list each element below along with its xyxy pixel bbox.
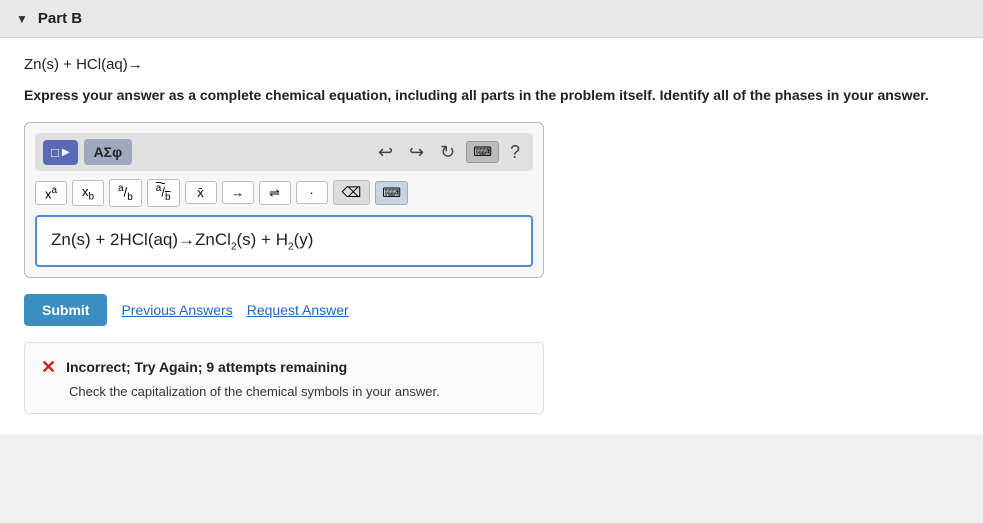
fraction-ab-button[interactable]: a/b	[109, 179, 142, 207]
submit-row: Submit Previous Answers Request Answer	[24, 294, 959, 326]
superscript-button[interactable]: xa	[35, 181, 67, 205]
keyboard-button[interactable]: ⌨	[375, 181, 408, 205]
template-arrow-icon: ▶	[62, 147, 70, 158]
arrow-button[interactable]: →	[222, 181, 254, 204]
collapse-icon[interactable]: ▼	[16, 12, 28, 26]
keyboard-toggle-button[interactable]: ⌨	[466, 141, 499, 163]
incorrect-icon: ✕	[41, 357, 56, 378]
template-icon: □	[51, 145, 59, 160]
equation-display: Zn(s) + HCl(aq)→	[24, 56, 959, 73]
previous-answers-button[interactable]: Previous Answers	[121, 302, 232, 318]
xbar-button[interactable]: x̄	[185, 181, 217, 204]
submit-button[interactable]: Submit	[24, 294, 107, 326]
toolbar-row2: xa xb a/b a/b x̄ → ⇌ · ⌫ ⌨	[35, 179, 533, 207]
template-button[interactable]: □ ▶	[43, 140, 78, 165]
feedback-header: ✕ Incorrect; Try Again; 9 attempts remai…	[41, 357, 527, 378]
help-button[interactable]: ?	[505, 140, 525, 165]
main-content: Zn(s) + HCl(aq)→ Express your answer as …	[0, 38, 983, 434]
subscript-button[interactable]: xb	[72, 180, 104, 207]
answer-content: Zn(s) + 2HCl(aq)→ZnCl2(s) + H2(y)	[51, 230, 313, 252]
delete-button[interactable]: ⌫	[333, 180, 371, 205]
fraction-display-button[interactable]: a/b	[147, 179, 180, 207]
alpha-sigma-button[interactable]: ΑΣφ	[84, 139, 133, 165]
refresh-button[interactable]: ↻	[435, 140, 460, 165]
part-header: ▼ Part B	[0, 0, 983, 38]
dot-button[interactable]: ·	[296, 181, 328, 204]
math-editor: □ ▶ ΑΣφ ↩ ↪ ↻ ⌨ ? xa xb a/b a/b x̄ → ⇌ ·…	[24, 122, 544, 278]
feedback-title: Incorrect; Try Again; 9 attempts remaini…	[66, 359, 347, 375]
feedback-body: Check the capitalization of the chemical…	[69, 384, 527, 399]
request-answer-button[interactable]: Request Answer	[247, 302, 349, 318]
equilibrium-button[interactable]: ⇌	[259, 181, 291, 205]
answer-input[interactable]: Zn(s) + 2HCl(aq)→ZnCl2(s) + H2(y)	[35, 215, 533, 267]
redo-button[interactable]: ↪	[404, 140, 429, 165]
undo-button[interactable]: ↩	[373, 140, 398, 165]
part-title: Part B	[38, 10, 82, 27]
feedback-box: ✕ Incorrect; Try Again; 9 attempts remai…	[24, 342, 544, 414]
instruction-text: Express your answer as a complete chemic…	[24, 85, 944, 106]
toolbar-row1: □ ▶ ΑΣφ ↩ ↪ ↻ ⌨ ?	[35, 133, 533, 171]
